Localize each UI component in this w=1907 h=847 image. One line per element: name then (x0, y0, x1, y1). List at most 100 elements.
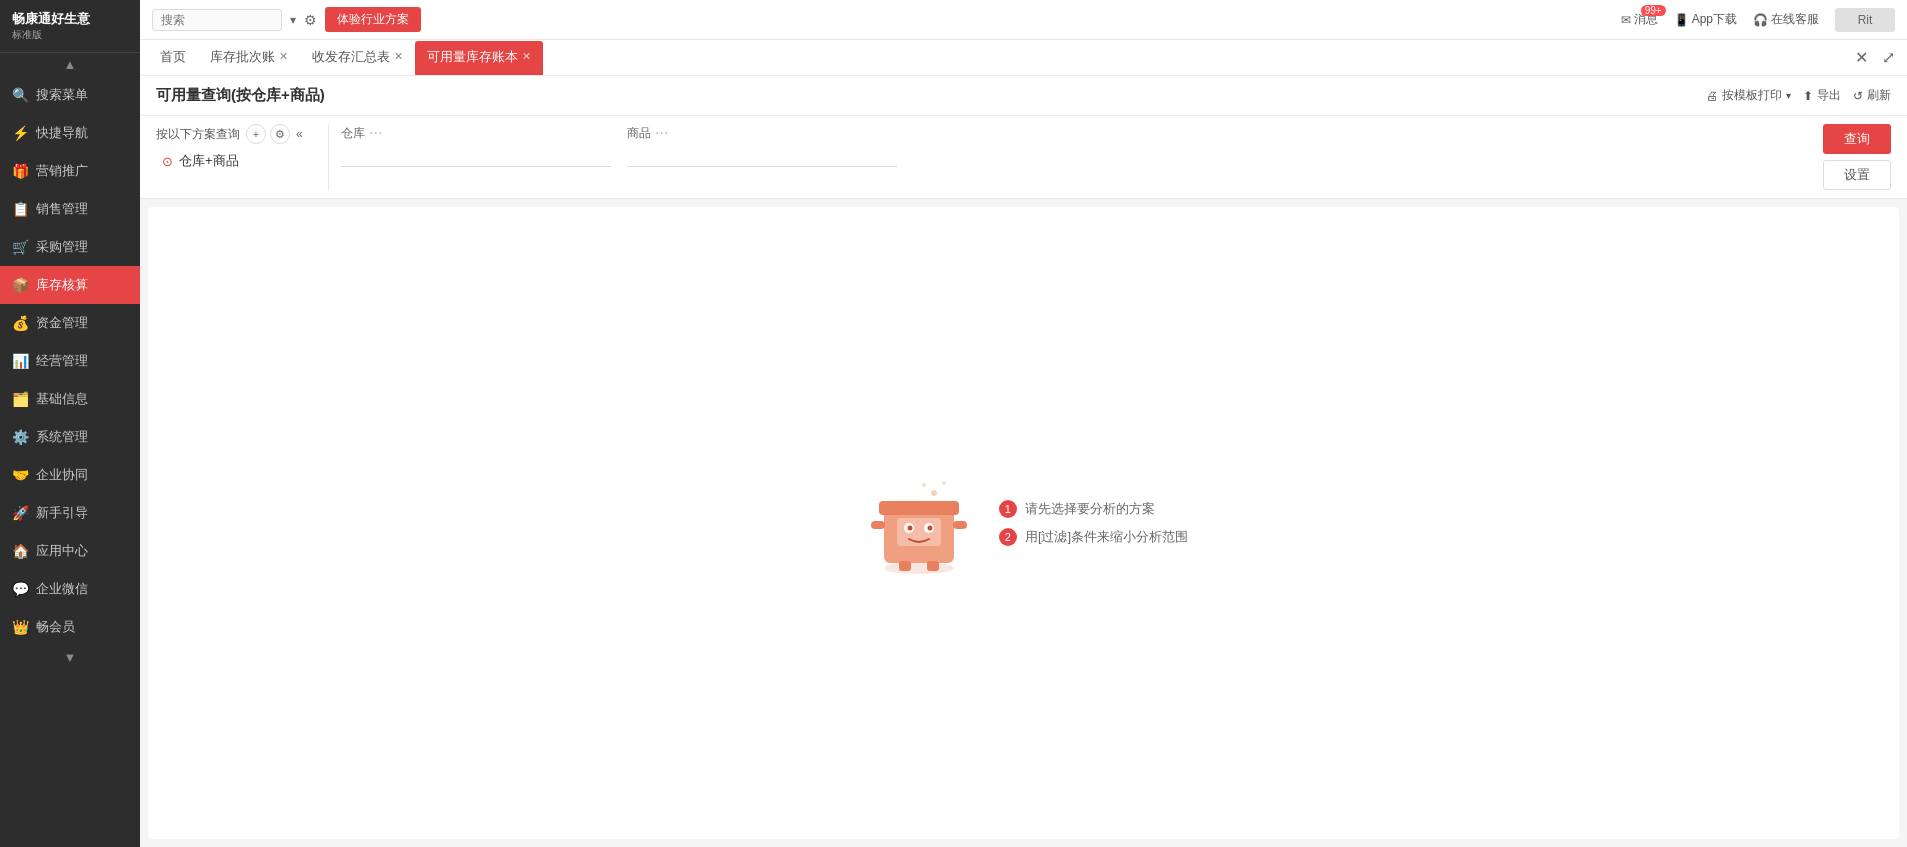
content-area: 可用量查询(按仓库+商品) 🖨 按模板打印 ▾ ⬆ 导出 ↺ 刷新 (140, 76, 1907, 847)
sidebar-label-operation: 经营管理 (36, 352, 88, 370)
warehouse-input[interactable] (341, 145, 611, 167)
sidebar-icon-operation: 📊 (12, 353, 28, 369)
sidebar-item-inventory[interactable]: 📦库存核算 (0, 266, 140, 304)
app-download-btn[interactable]: 📱 App下载 (1674, 11, 1737, 28)
sidebar-item-enterprise[interactable]: 🤝 企业协同 (0, 456, 140, 494)
query-button[interactable]: 查询 (1823, 124, 1891, 154)
hint-1-num: 1 (999, 500, 1017, 518)
sidebar-item-marketing[interactable]: 🎁营销推广 (0, 152, 140, 190)
sidebar-item-finance[interactable]: 💰资金管理 (0, 304, 140, 342)
scheme-item-label: 仓库+商品 (179, 152, 239, 170)
scheme-add-btn[interactable]: + (246, 124, 266, 144)
goods-input[interactable] (627, 145, 897, 167)
topbar-right: ✉ 消息 99+ 📱 App下载 🎧 在线客服 Rit (1621, 8, 1895, 32)
sidebar: 畅康通好生意 标准版 ▲ 🔍搜索菜单⚡快捷导航🎁营销推广 📋 销售管理 🛒 采购管理 📦库… (0, 0, 140, 847)
sidebar-icon-sales: 📋 (12, 201, 28, 217)
topbar-dropdown[interactable]: ▾ (290, 13, 296, 27)
sidebar-item-search[interactable]: 🔍搜索菜单 (0, 76, 140, 114)
user-avatar[interactable]: Rit (1835, 8, 1895, 32)
sidebar-item-operation[interactable]: 📊 经营管理 (0, 342, 140, 380)
sidebar-logo: 畅康通好生意 标准版 (0, 0, 140, 53)
page-header: 可用量查询(按仓库+商品) 🖨 按模板打印 ▾ ⬆ 导出 ↺ 刷新 (140, 76, 1907, 116)
sidebar-label-finance: 资金管理 (36, 314, 88, 332)
filter-actions-right: 查询 设置 (1823, 124, 1891, 190)
sidebar-item-purchase[interactable]: 🛒 采购管理 (0, 228, 140, 266)
scheme-item-icon: ⊙ (162, 154, 173, 169)
sidebar-label-wechat: 企业微信 (36, 580, 88, 598)
filter-schemes: 按以下方案查询 + ⚙ « ⊙ 仓库+商品 (156, 124, 316, 174)
warehouse-field: 仓库 ··· (341, 124, 611, 167)
sidebar-item-shortcut[interactable]: ⚡快捷导航 (0, 114, 140, 152)
warehouse-more-btn[interactable]: ··· (369, 124, 382, 142)
sidebar-icon-search: 🔍 (12, 87, 28, 103)
tab-close-available-ledger[interactable]: ✕ (522, 50, 531, 63)
sidebar-label-newbie: 新手引导 (36, 504, 88, 522)
filter-fields: 仓库 ··· 商品 ··· (341, 124, 1815, 167)
tab-close-collection-summary[interactable]: ✕ (394, 50, 403, 63)
sidebar-label-purchase: 采购管理 (36, 238, 88, 256)
page-title: 可用量查询(按仓库+商品) (156, 86, 325, 105)
tab-batch-ledger[interactable]: 库存批次账✕ (198, 41, 300, 75)
goods-label: 商品 ··· (627, 124, 897, 142)
tab-home[interactable]: 首页 (148, 41, 198, 75)
tab-maximize-btn[interactable]: ⤢ (1878, 46, 1899, 69)
tabs-actions: ✕ ⤢ (1851, 46, 1899, 69)
sidebar-scroll-up[interactable]: ▲ (0, 53, 140, 76)
sidebar-label-system: 系统管理 (36, 428, 88, 446)
sidebar-label-inventory: 库存核算 (36, 276, 88, 294)
sidebar-label-member: 畅会员 (36, 618, 75, 636)
hint-1-text: 请先选择要分析的方案 (1025, 500, 1155, 518)
empty-hint-2: 2 用[过滤]条件来缩小分析范围 (999, 528, 1188, 546)
sidebar-item-sales[interactable]: 📋 销售管理 (0, 190, 140, 228)
settings-button[interactable]: 设置 (1823, 160, 1891, 190)
sidebar-item-system[interactable]: ⚙️ 系统管理 (0, 418, 140, 456)
online-service-btn[interactable]: 🎧 在线客服 (1753, 11, 1819, 28)
svg-rect-2 (879, 501, 959, 515)
sidebar-label-enterprise: 企业协同 (36, 466, 88, 484)
sidebar-item-apps[interactable]: 🏠应用中心 (0, 532, 140, 570)
message-btn[interactable]: ✉ 消息 99+ (1621, 11, 1658, 28)
topbar: ▾ ⚙ 体验行业方案 ✉ 消息 99+ 📱 App下载 🎧 在线客服 Rit (140, 0, 1907, 40)
service-icon: 🎧 (1753, 13, 1768, 27)
tabs-bar: 首页库存批次账✕ 收发存汇总表 ✕ 可用量库存账本 ✕ ✕ ⤢ (140, 40, 1907, 76)
sidebar-label-sales: 销售管理 (36, 200, 88, 218)
message-icon: ✉ (1621, 13, 1631, 27)
topbar-gear-icon[interactable]: ⚙ (304, 12, 317, 28)
filter-scheme-header: 按以下方案查询 + ⚙ « (156, 124, 316, 144)
sidebar-scroll-down[interactable]: ▼ (0, 646, 140, 669)
tab-label-collection-summary: 收发存汇总表 (312, 48, 390, 66)
tab-close-batch-ledger[interactable]: ✕ (279, 50, 288, 63)
svg-point-14 (922, 483, 926, 487)
empty-state: 1 请先选择要分析的方案 2 用[过滤]条件来缩小分析范围 (148, 207, 1899, 839)
goods-field: 商品 ··· (627, 124, 897, 167)
sidebar-icon-enterprise: 🤝 (12, 467, 28, 483)
svg-rect-11 (927, 561, 939, 571)
app-icon: 📱 (1674, 13, 1689, 27)
sidebar-icon-wechat: 💬 (12, 581, 28, 597)
sidebar-icon-basic: 🗂️ (12, 391, 28, 407)
sidebar-icon-purchase: 🛒 (12, 239, 28, 255)
sidebar-item-basic[interactable]: 🗂️ 基础信息 (0, 380, 140, 418)
scheme-collapse-btn[interactable]: « (296, 127, 303, 141)
tab-label-available-ledger: 可用量库存账本 (427, 48, 518, 66)
sidebar-item-newbie[interactable]: 🚀新手引导 (0, 494, 140, 532)
sidebar-icon-member: 👑 (12, 619, 28, 635)
tab-collection-summary[interactable]: 收发存汇总表 ✕ (300, 41, 415, 75)
sidebar-item-member[interactable]: 👑 畅会员 (0, 608, 140, 646)
sidebar-item-wechat[interactable]: 💬 企业微信 (0, 570, 140, 608)
scheme-settings-btn[interactable]: ⚙ (270, 124, 290, 144)
print-action[interactable]: 🖨 按模板打印 ▾ (1706, 87, 1791, 104)
tab-available-ledger[interactable]: 可用量库存账本 ✕ (415, 41, 543, 75)
export-action[interactable]: ⬆ 导出 (1803, 87, 1841, 104)
empty-hint-1: 1 请先选择要分析的方案 (999, 500, 1188, 518)
sidebar-label-shortcut: 快捷导航 (36, 124, 88, 142)
goods-more-btn[interactable]: ··· (655, 124, 668, 142)
search-input[interactable] (152, 9, 282, 31)
scheme-item-warehouse-goods[interactable]: ⊙ 仓库+商品 (156, 148, 316, 174)
industry-btn[interactable]: 体验行业方案 (325, 7, 421, 32)
tab-close-btn[interactable]: ✕ (1851, 46, 1872, 69)
sidebar-label-basic: 基础信息 (36, 390, 88, 408)
sidebar-icon-system: ⚙️ (12, 429, 28, 445)
refresh-action[interactable]: ↺ 刷新 (1853, 87, 1891, 104)
scheme-actions: + ⚙ (246, 124, 290, 144)
